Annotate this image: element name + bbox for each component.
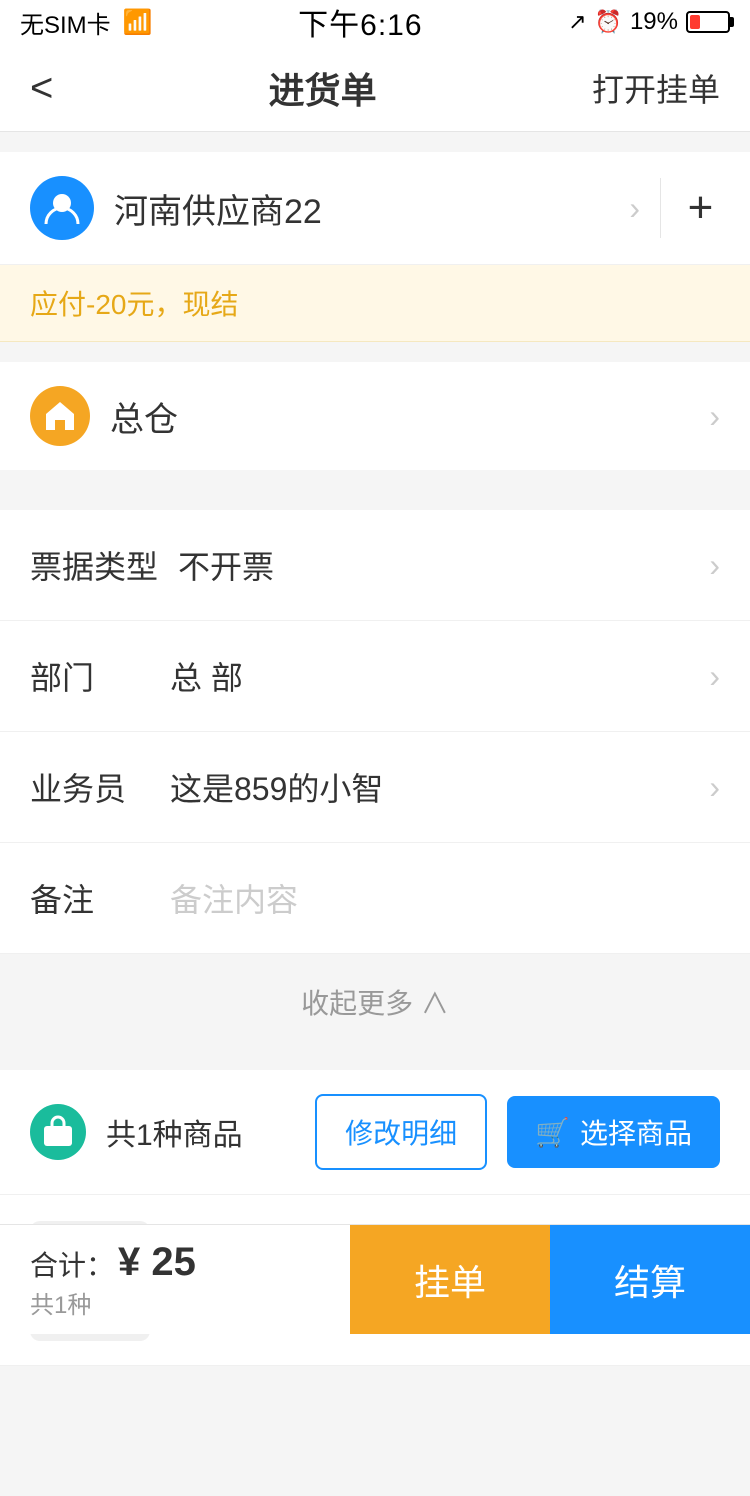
- form-section: 票据类型 不开票 › 部门 总 部 › 业务员 这是859的小智 › 备注 备注…: [0, 510, 750, 954]
- house-icon: [42, 398, 78, 434]
- select-product-icon: 🛒: [535, 1116, 570, 1149]
- bottom-bar: 合计： ¥ 25 共1种 挂单 结算: [0, 1224, 750, 1334]
- location-icon: ↗: [568, 9, 586, 35]
- total-count: 共1种: [30, 1285, 320, 1320]
- battery-percent: 19%: [630, 8, 678, 36]
- status-left: 无SIM卡 📶: [20, 5, 153, 40]
- supplier-chevron-icon: ›: [629, 190, 640, 227]
- back-button[interactable]: <: [30, 68, 53, 108]
- status-bar: 无SIM卡 📶 下午6:16 ↗ ⏰ 19%: [0, 0, 750, 44]
- warehouse-chevron-icon: ›: [709, 398, 720, 435]
- open-pending-button[interactable]: 打开挂单: [592, 65, 720, 111]
- warehouse-row[interactable]: 总仓 ›: [0, 362, 750, 470]
- sales-label: 业务员: [30, 764, 150, 810]
- invoice-label: 票据类型: [30, 542, 158, 588]
- total-label: 合计：: [30, 1244, 114, 1284]
- sales-row[interactable]: 业务员 这是859的小智 ›: [0, 732, 750, 843]
- wifi-icon: 📶: [123, 8, 153, 37]
- page-title: 进货单: [269, 62, 377, 114]
- dept-value: 总 部: [150, 653, 699, 699]
- products-icon: [30, 1104, 86, 1160]
- collapse-button[interactable]: 收起更多 ∧: [0, 954, 750, 1050]
- add-supplier-button[interactable]: +: [660, 178, 720, 238]
- checkout-button[interactable]: 结算: [550, 1225, 750, 1334]
- status-time: 下午6:16: [298, 0, 422, 44]
- warehouse-name: 总仓: [110, 392, 699, 441]
- nav-bar: < 进货单 打开挂单: [0, 44, 750, 132]
- status-right: ↗ ⏰ 19%: [568, 8, 730, 36]
- remark-input[interactable]: 备注内容: [150, 875, 720, 921]
- warehouse-section: 总仓 ›: [0, 362, 750, 470]
- bottom-placeholder: [0, 1386, 750, 1496]
- invoice-value: 不开票: [158, 542, 699, 588]
- supplier-row: 河南供应商22 › +: [0, 152, 750, 265]
- invoice-row[interactable]: 票据类型 不开票 ›: [0, 510, 750, 621]
- battery-icon: [686, 11, 730, 33]
- notice-bar: 应付-20元，现结: [0, 265, 750, 342]
- dept-row[interactable]: 部门 总 部 ›: [0, 621, 750, 732]
- products-header: 共1种商品 修改明细 🛒 选择商品: [0, 1070, 750, 1195]
- carrier-label: 无SIM卡: [20, 5, 111, 40]
- remark-label: 备注: [30, 875, 150, 921]
- edit-detail-button[interactable]: 修改明细: [315, 1094, 487, 1170]
- sales-chevron-icon: ›: [709, 769, 720, 806]
- divider-1: [0, 342, 750, 362]
- sales-value: 这是859的小智: [150, 764, 699, 810]
- remark-row[interactable]: 备注 备注内容: [0, 843, 750, 954]
- supplier-name[interactable]: 河南供应商22: [114, 184, 619, 233]
- dept-chevron-icon: ›: [709, 658, 720, 695]
- bottom-spacer: [0, 1366, 750, 1386]
- alarm-icon: ⏰: [595, 9, 622, 35]
- notice-text: 应付-20元，现结: [30, 289, 238, 320]
- person-icon: [42, 188, 82, 228]
- supplier-section: 河南供应商22 › + 应付-20元，现结: [0, 152, 750, 342]
- select-product-button[interactable]: 🛒 选择商品: [507, 1096, 720, 1168]
- dept-label: 部门: [30, 653, 150, 699]
- warehouse-icon: [30, 386, 90, 446]
- total-amount: ¥ 25: [118, 1240, 196, 1285]
- hang-button[interactable]: 挂单: [350, 1225, 550, 1334]
- divider-2: [0, 470, 750, 490]
- total-section: 合计： ¥ 25 共1种: [0, 1225, 350, 1334]
- collapse-label: 收起更多 ∧: [301, 982, 449, 1022]
- top-divider: [0, 132, 750, 152]
- invoice-chevron-icon: ›: [709, 547, 720, 584]
- products-count: 共1种商品: [106, 1110, 315, 1154]
- supplier-avatar: [30, 176, 94, 240]
- cart-icon: [40, 1114, 76, 1150]
